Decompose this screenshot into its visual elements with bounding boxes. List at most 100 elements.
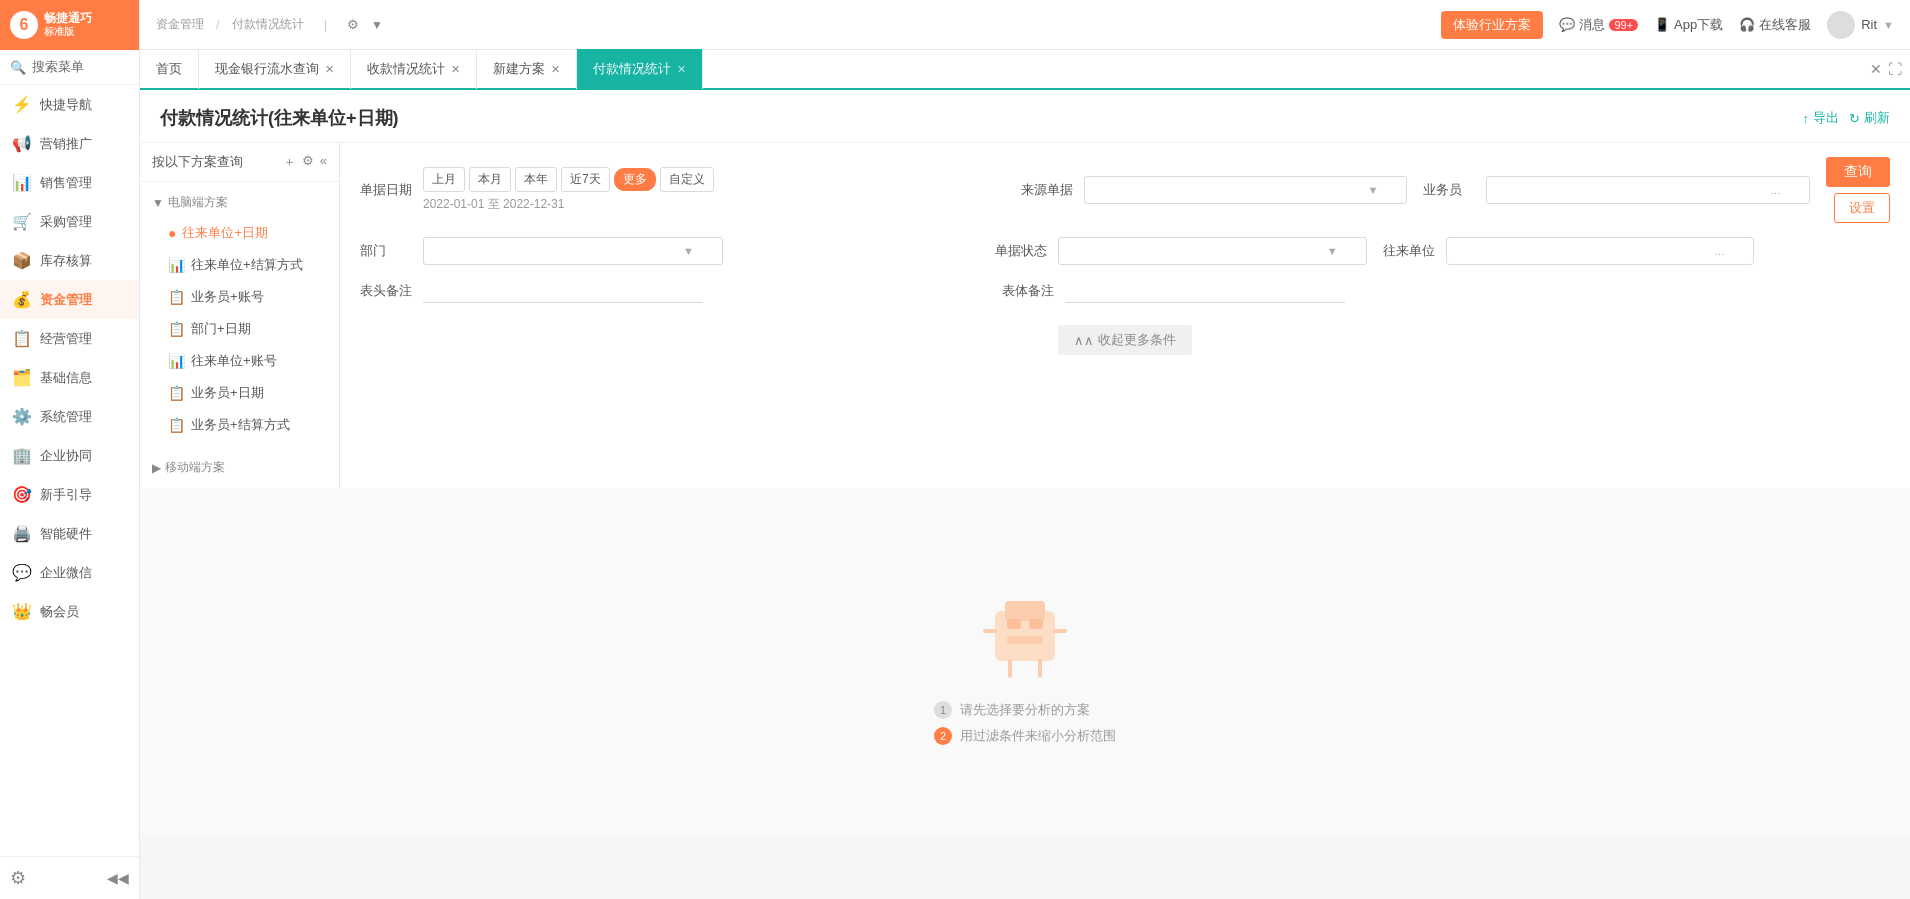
sidebar-item-hardware[interactable]: 🖨️ 智能硬件	[0, 514, 139, 553]
setting-btn[interactable]: 设置	[1834, 193, 1890, 223]
tab-receipt-stats-label: 收款情况统计	[367, 60, 445, 78]
sidebar-item-finance[interactable]: 💰 资金管理	[0, 280, 139, 319]
empty-illustration	[965, 581, 1085, 681]
scheme-item-partner-date[interactable]: ● 往来单位+日期	[140, 217, 339, 249]
source-label: 来源单据	[1021, 181, 1076, 199]
scheme-active-icon: ●	[168, 225, 176, 241]
scheme-section-mobile-title[interactable]: ▶ 移动端方案	[140, 453, 339, 482]
svg-rect-1	[1005, 601, 1045, 621]
messages-badge: 99+	[1609, 19, 1638, 31]
chevron-down-icon[interactable]: ▼	[371, 18, 383, 32]
sidebar-item-quick-nav[interactable]: ⚡ 快捷导航	[0, 85, 139, 124]
tab-home-label: 首页	[156, 60, 182, 78]
scheme-table-icon3: 📋	[168, 385, 185, 401]
bill-status-select[interactable]: ▼	[1058, 237, 1366, 265]
header-remark-input[interactable]	[423, 279, 703, 303]
sidebar-search[interactable]: 🔍 搜索菜单	[0, 50, 139, 85]
scheme-collapse-icon[interactable]: «	[320, 153, 327, 171]
source-select[interactable]: ▼	[1084, 176, 1408, 204]
query-btn[interactable]: 查询	[1826, 157, 1890, 187]
scheme-item-partner-payment[interactable]: 📊 往来单位+结算方式	[140, 249, 339, 281]
page: 付款情况统计(往来单位+日期) ↑ 导出 ↻ 刷新 按	[140, 90, 1910, 838]
hardware-label: 智能硬件	[40, 525, 92, 543]
messages-btn[interactable]: 💬 消息 99+	[1559, 16, 1638, 34]
tab-receipt-close[interactable]: ✕	[451, 63, 460, 76]
sidebar-item-sales[interactable]: 📊 销售管理	[0, 163, 139, 202]
logo-sub: 标准版	[44, 25, 92, 39]
salesman-select[interactable]: …	[1486, 176, 1810, 204]
sidebar-item-system[interactable]: ⚙️ 系统管理	[0, 397, 139, 436]
sidebar-item-inventory[interactable]: 📦 库存核算	[0, 241, 139, 280]
sidebar-item-basic[interactable]: 🗂️ 基础信息	[0, 358, 139, 397]
tip-text-2: 用过滤条件来缩小分析范围	[960, 727, 1116, 745]
chevron-down-icon: ▼	[152, 196, 164, 210]
filter-group-source: 来源单据 ▼	[1021, 176, 1408, 204]
scheme-item-salesman-account[interactable]: 📋 业务员+账号	[140, 281, 339, 313]
date-label: 单据日期	[360, 181, 415, 199]
sidebar-item-enterprise[interactable]: 🏢 企业协同	[0, 436, 139, 475]
breadcrumb: 资金管理	[156, 16, 204, 33]
sidebar-item-guide[interactable]: 🎯 新手引导	[0, 475, 139, 514]
add-scheme-btn[interactable]: ＋	[283, 153, 296, 171]
scheme-item-label: 业务员+日期	[191, 384, 264, 402]
tab-new-scheme-close[interactable]: ✕	[551, 63, 560, 76]
enterprise-icon: 🏢	[12, 446, 32, 465]
guide-icon: 🎯	[12, 485, 32, 504]
filter-group-dept: 部门 ▼	[360, 237, 979, 265]
close-all-tabs-btn[interactable]: ✕	[1870, 61, 1882, 77]
svg-rect-4	[1007, 636, 1043, 644]
online-service-btn[interactable]: 🎧 在线客服	[1739, 16, 1811, 34]
empty-tip-2: 2 用过滤条件来缩小分析范围	[934, 727, 1116, 745]
dept-select[interactable]: ▼	[423, 237, 723, 265]
tab-home[interactable]: 首页	[140, 49, 199, 89]
dept-label: 部门	[360, 242, 415, 260]
last-month-btn[interactable]: 上月	[423, 167, 465, 192]
tab-payment-stats[interactable]: 付款情况统计 ✕	[577, 49, 703, 89]
scheme-item-label: 往来单位+结算方式	[191, 256, 303, 274]
scheme-item-dept-date[interactable]: 📋 部门+日期	[140, 313, 339, 345]
tab-bank-label: 现金银行流水查询	[215, 60, 319, 78]
sidebar-item-wechat[interactable]: 💬 企业微信	[0, 553, 139, 592]
tab-actions: ✕ ⛶	[1870, 61, 1910, 77]
scheme-section-desktop-title[interactable]: ▼ 电脑端方案	[140, 188, 339, 217]
custom-btn[interactable]: 自定义	[660, 167, 714, 192]
sidebar-item-marketing[interactable]: 📢 营销推广	[0, 124, 139, 163]
tab-payment-close[interactable]: ✕	[677, 63, 686, 76]
online-service-label: 在线客服	[1759, 16, 1811, 34]
sidebar-item-purchase[interactable]: 🛒 采购管理	[0, 202, 139, 241]
scheme-item-label: 部门+日期	[191, 320, 251, 338]
tab-bank-close[interactable]: ✕	[325, 63, 334, 76]
filter-group-date: 单据日期 上月 本月 本年 近7天 更多 自定义 20	[360, 167, 1005, 213]
body-remark-label: 表体备注	[1002, 282, 1057, 300]
scheme-item-salesman-payment[interactable]: 📋 业务员+结算方式	[140, 409, 339, 441]
tab-receipt-stats[interactable]: 收款情况统计 ✕	[351, 49, 477, 89]
tab-bank[interactable]: 现金银行流水查询 ✕	[199, 49, 351, 89]
scheme-settings-icon[interactable]: ⚙	[302, 153, 314, 171]
body-remark-input[interactable]	[1065, 279, 1345, 303]
scheme-item-partner-account[interactable]: 📊 往来单位+账号	[140, 345, 339, 377]
tab-new-scheme[interactable]: 新建方案 ✕	[477, 49, 577, 89]
expand-btn[interactable]: ⛶	[1888, 61, 1902, 77]
trial-btn[interactable]: 体验行业方案	[1441, 11, 1543, 39]
export-btn[interactable]: ↑ 导出	[1803, 109, 1840, 127]
system-icon: ⚙️	[12, 407, 32, 426]
scheme-chart-icon2: 📊	[168, 353, 185, 369]
inventory-label: 库存核算	[40, 252, 92, 270]
sidebar-item-member[interactable]: 👑 畅会员	[0, 592, 139, 631]
scheme-table-icon4: 📋	[168, 417, 185, 433]
sidebar-item-operation[interactable]: 📋 经营管理	[0, 319, 139, 358]
collapse-sidebar-btn[interactable]: ◀◀	[107, 870, 129, 886]
user-area[interactable]: Rit ▼	[1827, 11, 1894, 39]
filter-area: 按以下方案查询 ＋ ⚙ « ▼ 电脑端方案 ●	[140, 143, 1910, 488]
app-download-btn[interactable]: 📱 App下载	[1654, 16, 1723, 34]
collapse-more-btn[interactable]: ∧∧ 收起更多条件	[1058, 325, 1192, 355]
refresh-btn[interactable]: ↻ 刷新	[1849, 109, 1890, 127]
settings-btn[interactable]: ⚙	[10, 867, 26, 889]
scheme-item-salesman-date[interactable]: 📋 业务员+日期	[140, 377, 339, 409]
gear-icon[interactable]: ⚙	[347, 17, 359, 32]
this-month-btn[interactable]: 本月	[469, 167, 511, 192]
partner-select[interactable]: …	[1446, 237, 1754, 265]
more-btn[interactable]: 更多	[614, 168, 656, 191]
this-year-btn[interactable]: 本年	[515, 167, 557, 192]
last-7-btn[interactable]: 近7天	[561, 167, 610, 192]
